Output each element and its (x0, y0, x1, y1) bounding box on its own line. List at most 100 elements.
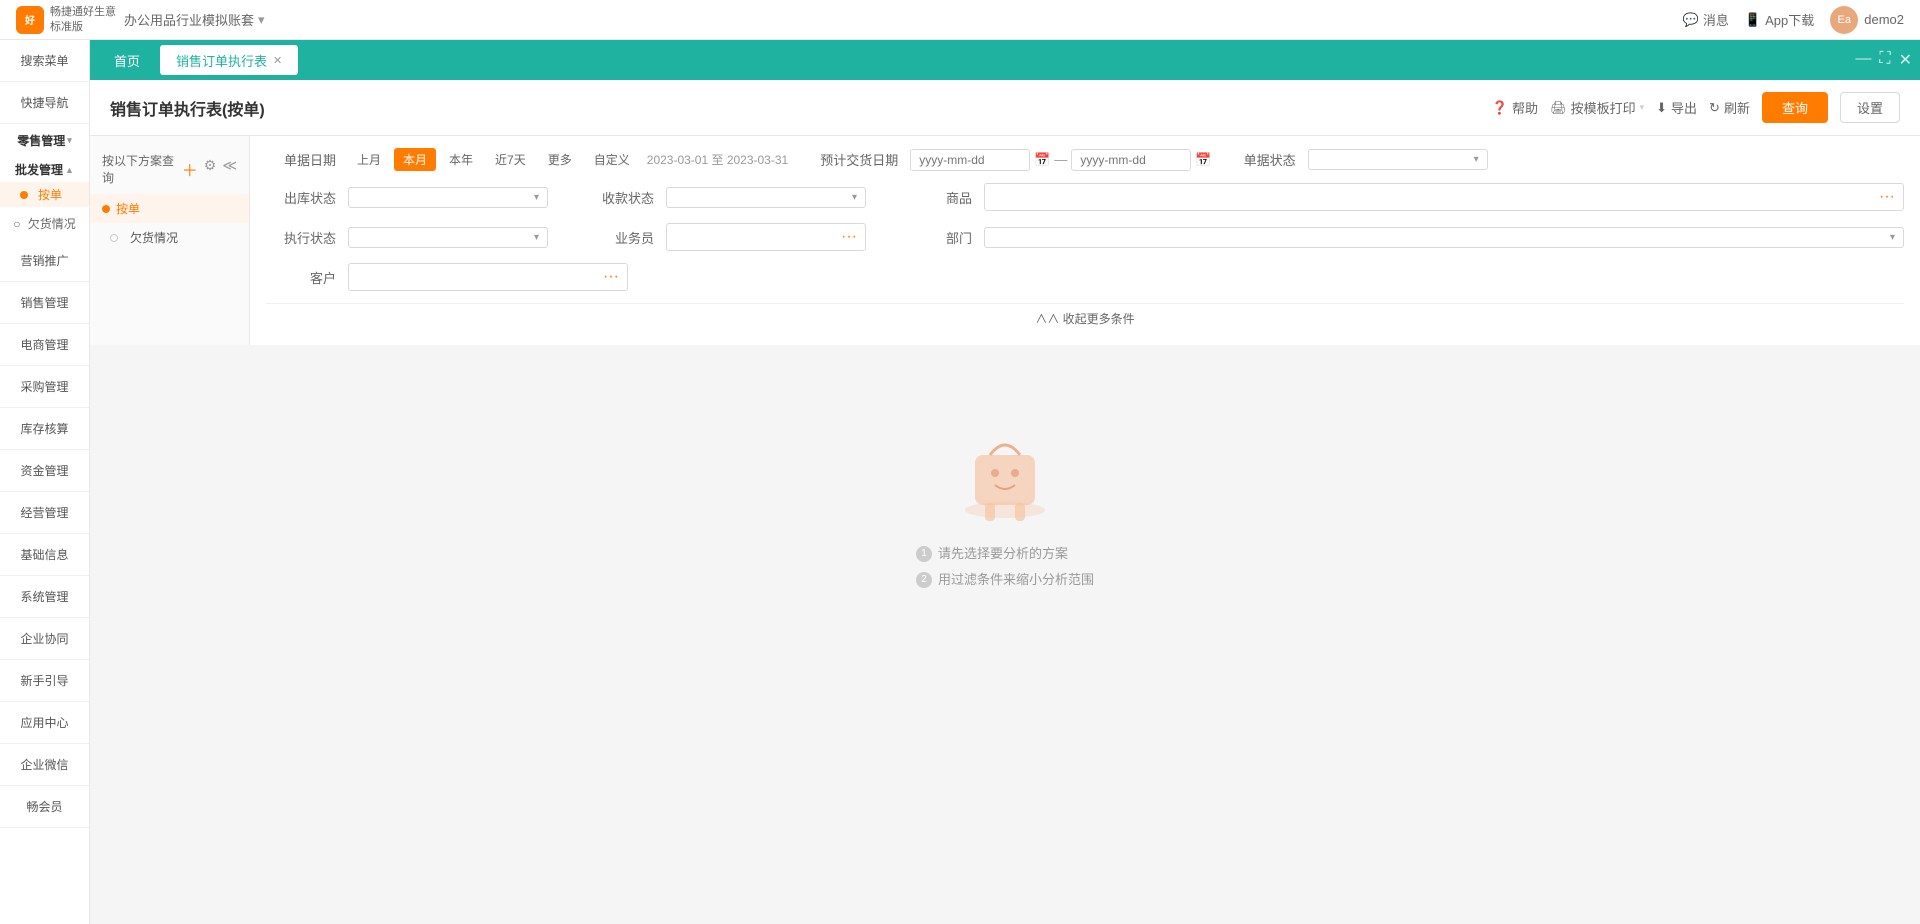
page-title: 销售订单执行表(按单) (110, 96, 265, 120)
sidebar-sub-press-order[interactable]: 按单 (0, 182, 89, 207)
refresh-icon: ↻ (1709, 100, 1720, 116)
goods-select[interactable]: ··· (984, 183, 1904, 211)
scheme-edit-icon[interactable]: ⚙ (204, 157, 217, 181)
filter-scheme-header: 按以下方案查询 ＋ ⚙ ≪ (90, 148, 249, 194)
sidebar-item-marketing[interactable]: 营销推广 (0, 240, 89, 282)
app-download-button[interactable]: 📱 App下载 (1745, 10, 1814, 29)
sidebar-item-system[interactable]: 系统管理 (0, 576, 89, 618)
department-select[interactable]: ▾ (984, 227, 1904, 248)
tab-close-icon[interactable]: ✕ (273, 54, 282, 67)
sidebar-item-app-center[interactable]: 应用中心 (0, 702, 89, 744)
help-button[interactable]: ❓ 帮助 (1492, 98, 1538, 117)
scheme-debt-status[interactable]: 欠货情况 (90, 223, 249, 252)
debt-icon: ○ (13, 217, 20, 231)
status-select[interactable]: ▾ (1308, 149, 1488, 170)
predict-date-start-input[interactable] (910, 149, 1030, 171)
logo-area: 好 畅捷通好生意 标准版 (16, 5, 116, 34)
exec-arrow-icon: ▾ (534, 232, 539, 243)
customer-select[interactable]: ··· (348, 263, 628, 291)
template-print-button[interactable]: 🖨 按模板打印 ▾ (1550, 98, 1644, 117)
receipt-arrow-icon: ▾ (852, 192, 857, 203)
export-button[interactable]: ⬇ 导出 (1656, 98, 1697, 117)
sidebar-item-enterprise[interactable]: 企业协同 (0, 618, 89, 660)
goods-more-icon[interactable]: ··· (1879, 188, 1895, 206)
date-range-sep: — (1054, 152, 1067, 167)
filter-sidebar: 按以下方案查询 ＋ ⚙ ≪ 按单 (90, 136, 1920, 345)
sidebar-item-member[interactable]: 畅会员 (0, 786, 89, 828)
sidebar-item-basic-info[interactable]: 基础信息 (0, 534, 89, 576)
sidebar-item-newcomer[interactable]: 新手引导 (0, 660, 89, 702)
sidebar-item-retail-mgmt[interactable]: 零售管理 ▾ (0, 124, 89, 153)
date-more-btn[interactable]: 更多 (539, 148, 581, 171)
user-area[interactable]: Ea demo2 (1830, 6, 1904, 34)
export-icon: ⬇ (1656, 100, 1667, 116)
date-this-year-btn[interactable]: 本年 (440, 148, 482, 171)
scheme-collapse-icon[interactable]: ≪ (222, 157, 237, 181)
date-last-7days-btn[interactable]: 近7天 (486, 148, 535, 171)
salesman-label: 业务员 (584, 228, 654, 247)
sidebar-item-inventory[interactable]: 库存核算 (0, 408, 89, 450)
sidebar-item-ecommerce[interactable]: 电商管理 (0, 324, 89, 366)
scheme-add-icon[interactable]: ＋ (182, 157, 198, 181)
collapse-filters-button[interactable]: ∧∧ 收起更多条件 (266, 303, 1904, 333)
salesman-select[interactable]: ··· (666, 223, 866, 251)
scheme-inactive-dot-icon (110, 234, 118, 242)
avatar-initials: Ea (1838, 14, 1851, 26)
tab-sales-exec[interactable]: 销售订单执行表 ✕ (160, 45, 298, 75)
refresh-button[interactable]: ↻ 刷新 (1709, 98, 1750, 117)
scheme-press-order[interactable]: 按单 (90, 194, 249, 223)
sidebar-quicknav-label: 快捷导航 (20, 96, 68, 110)
sidebar-sub-debt-status[interactable]: ○ 欠货情况 (0, 207, 89, 240)
sidebar-item-operations[interactable]: 经营管理 (0, 492, 89, 534)
calendar-end-icon[interactable]: 📅 (1195, 152, 1211, 168)
status-arrow-icon: ▾ (1474, 154, 1479, 165)
sidebar-search-label: 搜索菜单 (20, 54, 68, 68)
scheme-active-dot-icon (102, 205, 110, 213)
breadcrumb-arrow-icon[interactable]: ▾ (258, 12, 265, 28)
sidebar-item-finance[interactable]: 资金管理 (0, 450, 89, 492)
top-bar-right: 💬 消息 📱 App下载 Ea demo2 (1683, 6, 1904, 34)
delivery-status-select[interactable]: ▾ (348, 187, 548, 208)
top-bar: 好 畅捷通好生意 标准版 办公用品行业模拟账套 ▾ 💬 消息 📱 App下载 E… (0, 0, 1920, 40)
tab-bar-actions: — ⛶ ✕ (1855, 50, 1912, 70)
top-bar-left: 好 畅捷通好生意 标准版 办公用品行业模拟账套 ▾ (16, 5, 265, 34)
sidebar-item-search-menu[interactable]: 搜索菜单 (0, 40, 89, 82)
logo-text: 畅捷通好生意 标准版 (50, 5, 116, 34)
delivery-status-label: 出库状态 (266, 188, 336, 207)
date-range-text: 2023-03-01 至 2023-03-31 (647, 151, 788, 168)
tab-maximize-icon[interactable]: ⛶ (1879, 50, 1890, 70)
tab-bar: 首页 销售订单执行表 ✕ — ⛶ ✕ (90, 40, 1920, 80)
help-icon: ❓ (1492, 100, 1508, 116)
sidebar-item-enterprise-wechat[interactable]: 企业微信 (0, 744, 89, 786)
logo-symbol: 好 (25, 12, 35, 27)
date-range-controls: 上月 本月 本年 近7天 更多 自定义 2023-03-01 至 2023-03… (348, 148, 788, 171)
page-content: 销售订单执行表(按单) ❓ 帮助 🖨 按模板打印 ▾ ⬇ 导出 (90, 80, 1920, 924)
app-download-label: App下载 (1765, 10, 1814, 29)
predict-date-end-input[interactable] (1071, 149, 1191, 171)
receipt-status-select[interactable]: ▾ (666, 187, 866, 208)
settings-button[interactable]: 设置 (1840, 92, 1900, 123)
status-label: 单据状态 (1244, 150, 1296, 169)
message-button[interactable]: 💬 消息 (1683, 10, 1729, 29)
date-custom-btn[interactable]: 自定义 (585, 148, 639, 171)
sidebar-item-sales-mgmt[interactable]: 销售管理 (0, 282, 89, 324)
sidebar-item-wholesale-mgmt[interactable]: 批发管理 ▲ (0, 153, 89, 182)
empty-steps: 1 请先选择要分析的方案 2 用过滤条件来缩小分析范围 (916, 541, 1094, 593)
tab-close-window-icon[interactable]: ✕ (1899, 50, 1912, 70)
calendar-start-icon[interactable]: 📅 (1034, 152, 1050, 168)
page-header: 销售订单执行表(按单) ❓ 帮助 🖨 按模板打印 ▾ ⬇ 导出 (90, 80, 1920, 136)
department-label: 部门 (902, 228, 972, 247)
tab-home[interactable]: 首页 (98, 45, 156, 75)
sidebar-item-purchase[interactable]: 采购管理 (0, 366, 89, 408)
salesman-more-icon[interactable]: ··· (841, 228, 857, 246)
date-last-month-btn[interactable]: 上月 (348, 148, 390, 171)
query-button[interactable]: 查询 (1762, 92, 1828, 123)
wholesale-expand-icon: ▲ (65, 165, 74, 175)
download-icon: 📱 (1745, 12, 1761, 28)
breadcrumb-text: 办公用品行业模拟账套 (124, 10, 254, 29)
tab-minimize-icon[interactable]: — (1855, 50, 1871, 70)
customer-more-icon[interactable]: ··· (603, 268, 619, 286)
date-this-month-btn[interactable]: 本月 (394, 148, 436, 171)
sidebar-item-quick-nav[interactable]: 快捷导航 (0, 82, 89, 124)
exec-status-select[interactable]: ▾ (348, 227, 548, 248)
